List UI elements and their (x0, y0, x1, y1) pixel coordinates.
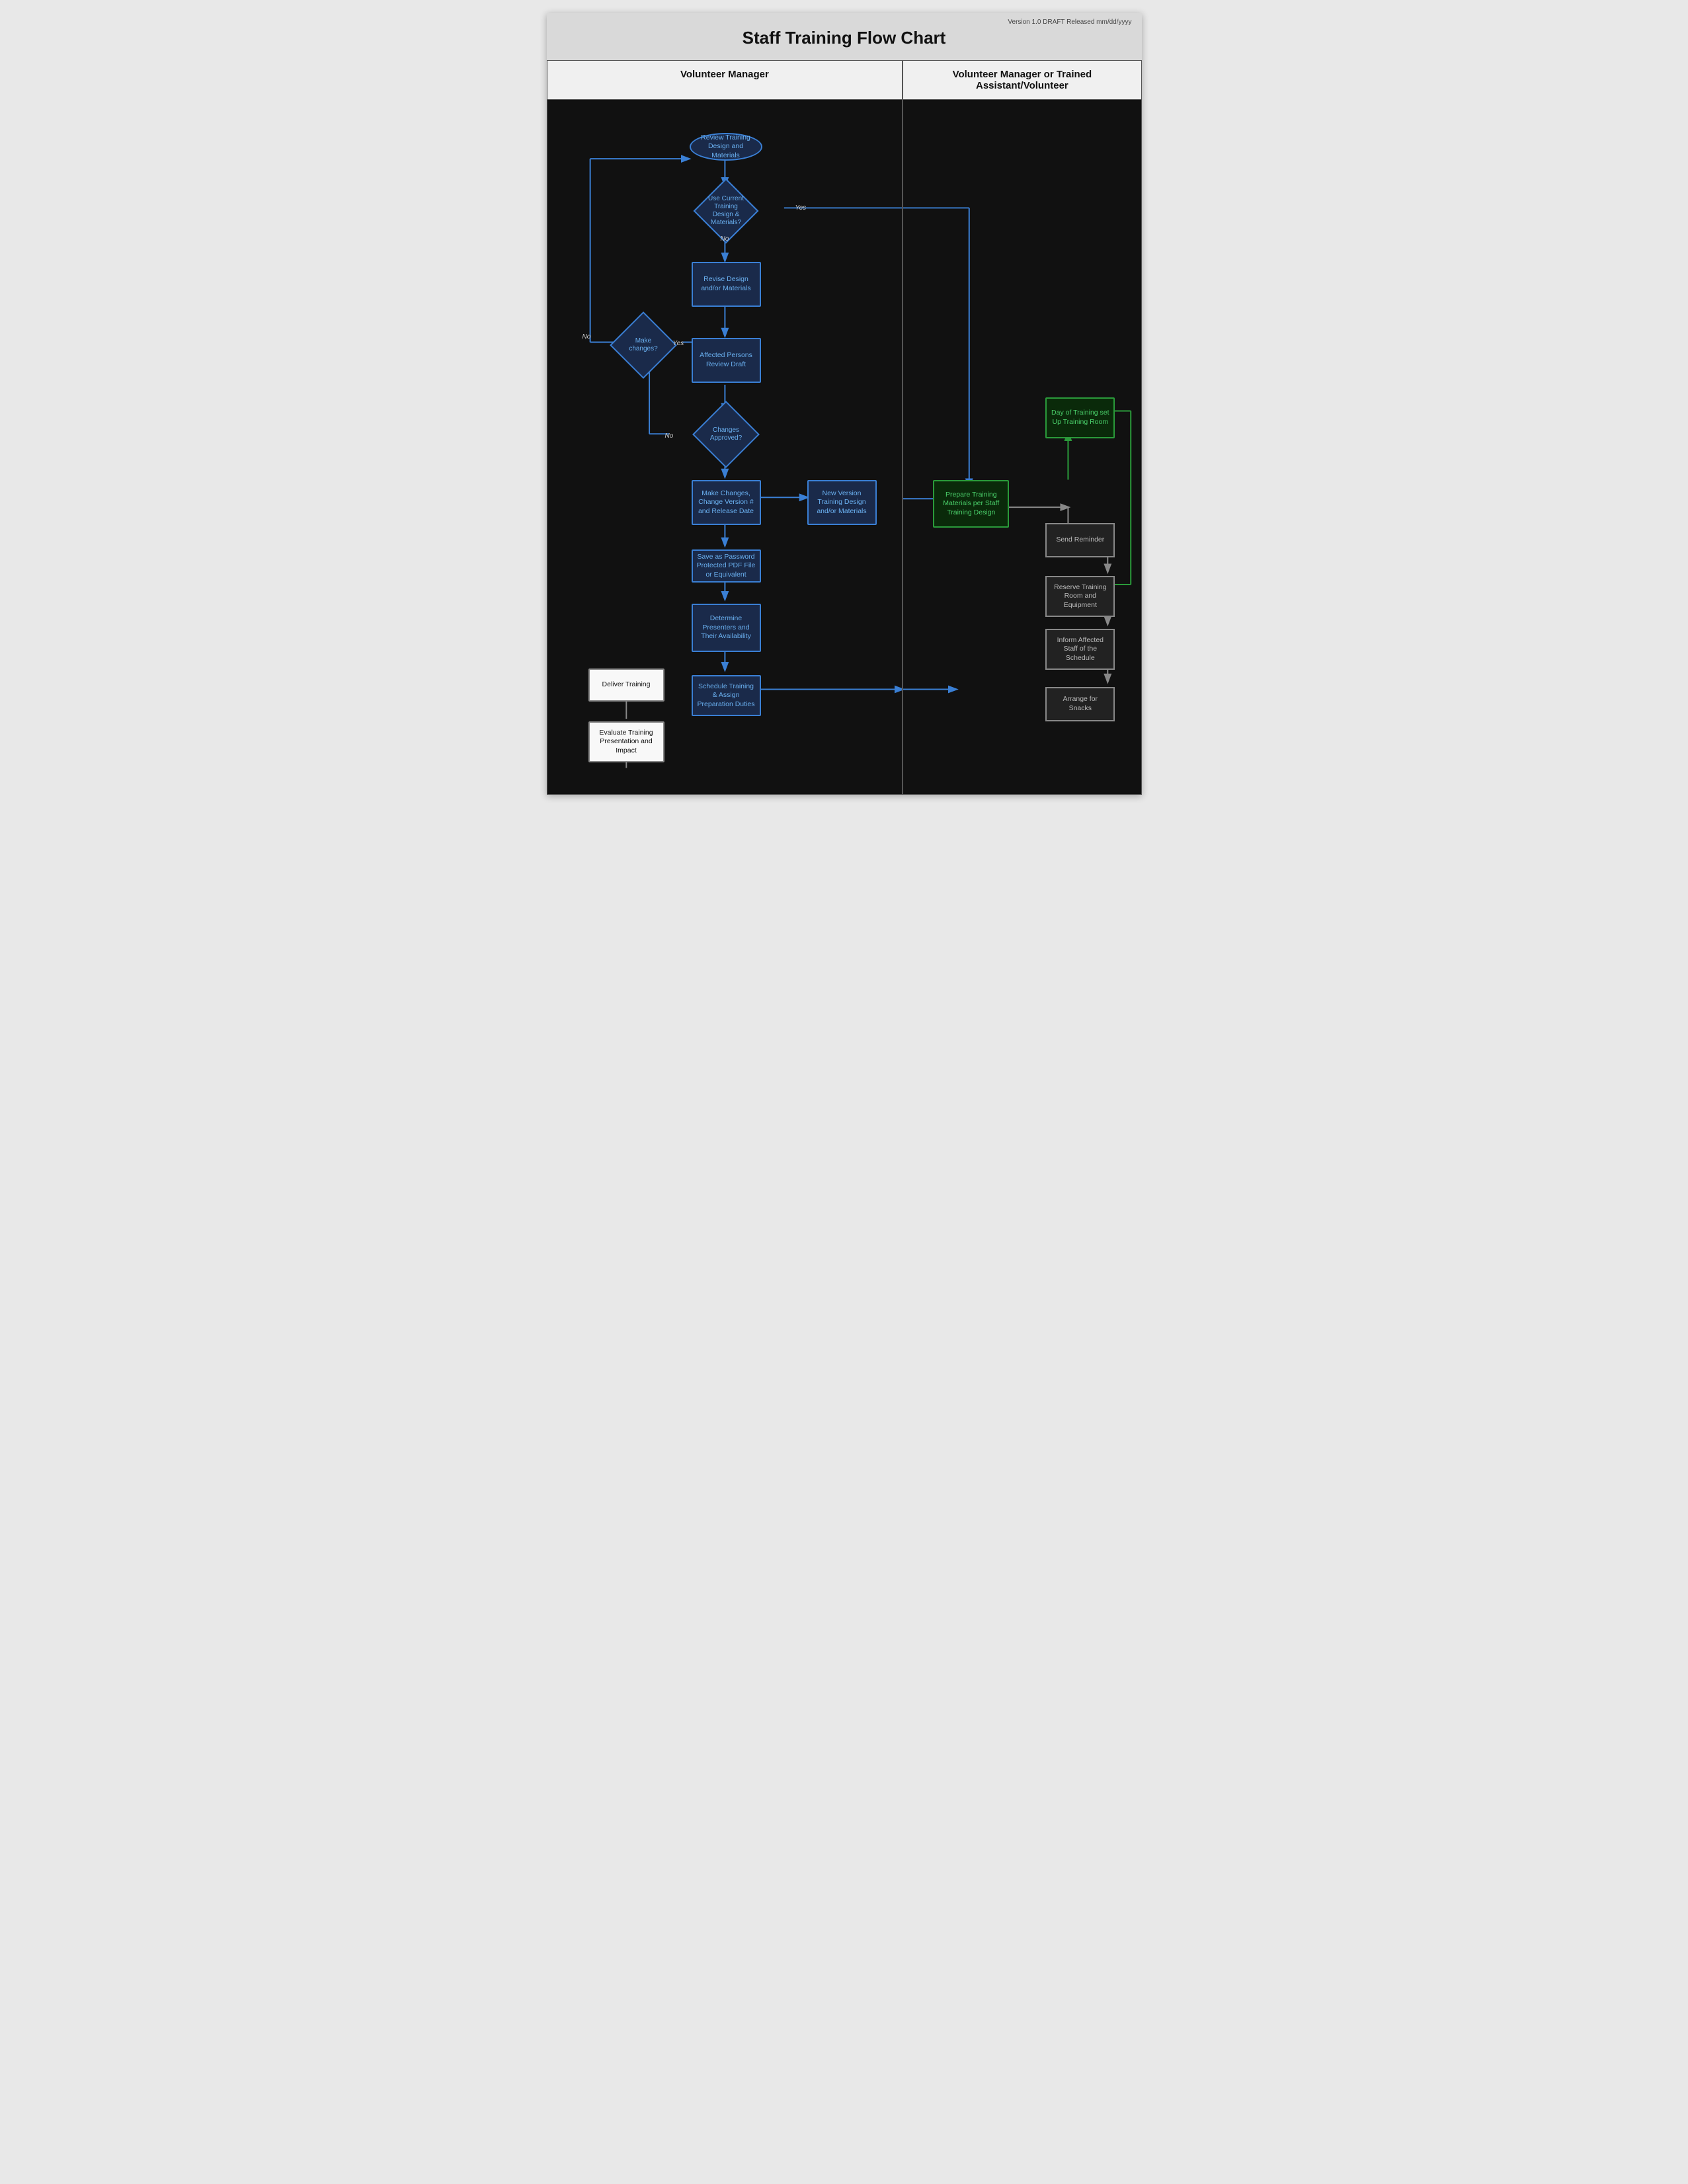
use-current-node: Use Current Training Design & Materials? (690, 186, 762, 235)
header: Version 1.0 DRAFT Released mm/dd/yyyy St… (547, 13, 1142, 60)
no-label-use-current: No (721, 235, 729, 243)
send-reminder-node: Send Reminder (1045, 523, 1115, 557)
right-lane: Prepare Training Materials per Staff Tra… (903, 100, 1141, 794)
affected-review-node: Affected Persons Review Draft (692, 338, 761, 383)
determine-presenters-node: Determine Presenters and Their Availabil… (692, 604, 761, 652)
swimlane-header: Volunteer Manager Volunteer Manager or T… (547, 60, 1142, 99)
left-lane-title: Volunteer Manager (547, 61, 904, 99)
evaluate-training-node: Evaluate Training Presentation and Impac… (588, 721, 664, 762)
right-lane-title: Volunteer Manager or Trained Assistant/V… (903, 61, 1141, 99)
yes-label-make-changes: Yes (673, 340, 684, 347)
yes-label-use-current: Yes (795, 204, 807, 212)
save-pdf-node: Save as Password Protected PDF File or E… (692, 549, 761, 583)
schedule-training-node: Schedule Training & Assign Preparation D… (692, 675, 761, 716)
revise-design-node: Revise Design and/or Materials (692, 262, 761, 307)
arrange-snacks-node: Arrange for Snacks (1045, 687, 1115, 721)
reserve-room-node: Reserve Training Room and Equipment (1045, 576, 1115, 617)
no-label-make-changes: No (583, 333, 591, 341)
changes-approved-node: Changes Approved? (692, 411, 761, 458)
review-training-node: Review Training Design and Materials (690, 133, 762, 161)
flowchart-area: Review Training Design and Materials Use… (547, 99, 1142, 795)
day-of-training-node: Day of Training set Up Training Room (1045, 397, 1115, 438)
new-version-node: New Version Training Design and/or Mater… (807, 480, 877, 525)
no-label-changes-approved: No (665, 432, 674, 440)
prepare-materials-node: Prepare Training Materials per Staff Tra… (933, 480, 1009, 528)
make-changes-node: Make changes? (614, 321, 673, 369)
inform-staff-node: Inform Affected Staff of the Schedule (1045, 629, 1115, 670)
left-lane: Review Training Design and Materials Use… (547, 100, 904, 794)
page: Version 1.0 DRAFT Released mm/dd/yyyy St… (547, 13, 1142, 795)
deliver-training-node: Deliver Training (588, 668, 664, 702)
make-changes-version-node: Make Changes, Change Version # and Relea… (692, 480, 761, 525)
version-text: Version 1.0 DRAFT Released mm/dd/yyyy (1008, 19, 1131, 26)
